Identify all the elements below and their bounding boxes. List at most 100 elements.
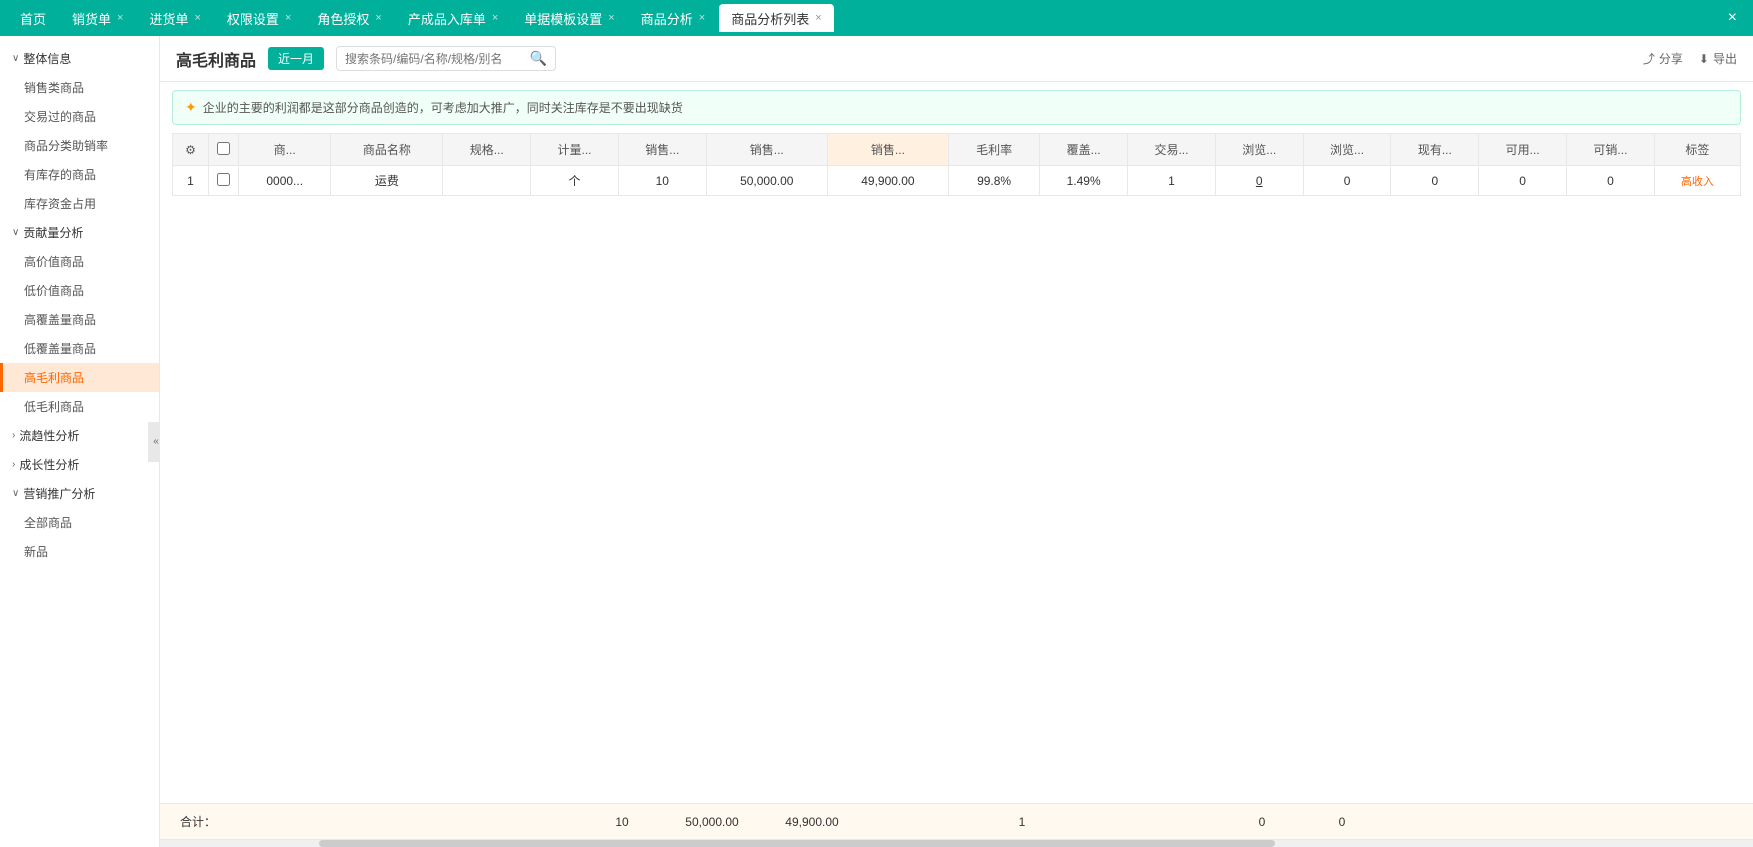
share-icon: ⤴ xyxy=(1643,50,1655,67)
col-unit[interactable]: 计量... xyxy=(531,134,619,166)
col-tag[interactable]: 标签 xyxy=(1654,134,1740,166)
col-gross-margin[interactable]: 毛利率 xyxy=(948,134,1039,166)
sidebar-section-growth[interactable]: › 成长性分析 xyxy=(0,450,159,479)
top-nav: 首页 销货单 × 进货单 × 权限设置 × 角色授权 × 产成品入库单 × 单据… xyxy=(0,0,1753,36)
col-coverage[interactable]: 覆盖... xyxy=(1040,134,1128,166)
col-checkbox[interactable] xyxy=(209,134,239,166)
sidebar-item-all-products[interactable]: 全部商品 xyxy=(0,508,159,537)
col-browse1[interactable]: 浏览... xyxy=(1215,134,1303,166)
share-button[interactable]: ⤴ 分享 xyxy=(1643,50,1683,67)
row-sales-amount: 50,000.00 xyxy=(706,166,827,196)
row-sales-profit: 49,900.00 xyxy=(827,166,948,196)
close-icon[interactable]: × xyxy=(117,12,123,24)
row-coverage: 1.49% xyxy=(1040,166,1128,196)
search-box: 🔍 xyxy=(336,46,556,71)
row-tag: 高收入 xyxy=(1654,166,1740,196)
close-icon[interactable]: × xyxy=(375,12,381,24)
nav-tab-sales[interactable]: 销货单 × xyxy=(60,4,135,32)
row-spec xyxy=(443,166,531,196)
footer-label: 合计： xyxy=(172,813,252,830)
nav-tab-purchase[interactable]: 进货单 × xyxy=(137,4,212,32)
col-sales-profit[interactable]: 销售... xyxy=(827,134,948,166)
footer-trade: 1 xyxy=(982,815,1062,829)
nav-tab-product-analysis[interactable]: 商品分析 × xyxy=(629,4,717,32)
col-sales-amount[interactable]: 销售... xyxy=(706,134,827,166)
sidebar-item-high-value[interactable]: 高价值商品 xyxy=(0,247,159,276)
sidebar-section-overall[interactable]: ∨ 整体信息 xyxy=(0,44,159,73)
nav-tab-roles[interactable]: 角色授权 × xyxy=(305,4,393,32)
footer-sales-qty: 10 xyxy=(582,815,662,829)
sidebar-item-stocked-products[interactable]: 有库存的商品 xyxy=(0,160,159,189)
sidebar-section-trend[interactable]: › 流趋性分析 xyxy=(0,421,159,450)
row-browse1[interactable]: 0 xyxy=(1215,166,1303,196)
sidebar-item-traded-products[interactable]: 交易过的商品 xyxy=(0,102,159,131)
sidebar: ∨ 整体信息 销售类商品 交易过的商品 商品分类助销率 有库存的商品 库存资金占… xyxy=(0,36,160,847)
bottom-scrollbar[interactable] xyxy=(160,839,1753,847)
sidebar-section-contribution[interactable]: ∨ 贡献量分析 xyxy=(0,218,159,247)
nav-tab-permissions[interactable]: 权限设置 × xyxy=(215,4,303,32)
page-title: 高毛利商品 xyxy=(176,47,256,71)
close-all-tabs-button[interactable]: × xyxy=(1720,5,1745,31)
sidebar-item-low-coverage[interactable]: 低覆盖量商品 xyxy=(0,334,159,363)
row-name: 运费 xyxy=(331,166,443,196)
export-icon: ⬇ xyxy=(1699,52,1709,66)
col-current-stock[interactable]: 现有... xyxy=(1391,134,1479,166)
col-trade[interactable]: 交易... xyxy=(1128,134,1216,166)
chevron-down-icon: ∨ xyxy=(12,488,19,499)
row-code: 0000... xyxy=(239,166,331,196)
sidebar-item-new-products[interactable]: 新品 xyxy=(0,537,159,566)
search-icon[interactable]: 🔍 xyxy=(530,50,547,67)
header-actions: ⤴ 分享 ⬇ 导出 xyxy=(1643,50,1737,67)
row-select-checkbox[interactable] xyxy=(217,173,230,186)
sidebar-item-low-margin[interactable]: 低毛利商品 xyxy=(0,392,159,421)
col-browse2[interactable]: 浏览... xyxy=(1303,134,1391,166)
table-wrapper: ⚙ 商... 商品名称 规格... 计量... 销售... 销售... 销售..… xyxy=(160,133,1753,803)
nav-tab-home[interactable]: 首页 xyxy=(8,4,58,32)
nav-tab-finished-goods[interactable]: 产成品入库单 × xyxy=(396,4,510,32)
chevron-right-icon: › xyxy=(12,459,15,470)
sidebar-item-sales-products[interactable]: 销售类商品 xyxy=(0,73,159,102)
sidebar-item-high-margin[interactable]: 高毛利商品 xyxy=(0,363,159,392)
search-input[interactable] xyxy=(345,52,524,66)
close-icon[interactable]: × xyxy=(699,12,705,24)
sidebar-collapse-button[interactable]: « xyxy=(148,422,160,462)
sidebar-item-high-coverage[interactable]: 高覆盖量商品 xyxy=(0,305,159,334)
col-available-stock[interactable]: 可用... xyxy=(1479,134,1567,166)
sidebar-section-marketing[interactable]: ∨ 营销推广分析 xyxy=(0,479,159,508)
row-index: 1 xyxy=(173,166,209,196)
row-available-stock: 0 xyxy=(1479,166,1567,196)
nav-tab-template[interactable]: 单据模板设置 × xyxy=(512,4,626,32)
row-unit: 个 xyxy=(531,166,619,196)
chevron-down-icon: ∨ xyxy=(12,53,19,64)
col-sellable-stock[interactable]: 可销... xyxy=(1567,134,1655,166)
close-icon[interactable]: × xyxy=(285,12,291,24)
col-code[interactable]: 商... xyxy=(239,134,331,166)
data-table: ⚙ 商... 商品名称 规格... 计量... 销售... 销售... 销售..… xyxy=(172,133,1741,196)
col-sales-qty[interactable]: 销售... xyxy=(618,134,706,166)
sidebar-item-category-rate[interactable]: 商品分类助销率 xyxy=(0,131,159,160)
sidebar-item-stock-capital[interactable]: 库存资金占用 xyxy=(0,189,159,218)
row-checkbox[interactable] xyxy=(209,166,239,196)
select-all-checkbox[interactable] xyxy=(217,142,230,155)
close-icon[interactable]: × xyxy=(815,12,821,24)
content-header: 高毛利商品 近一月 🔍 ⤴ 分享 ⬇ 导出 xyxy=(160,36,1753,82)
col-spec[interactable]: 规格... xyxy=(443,134,531,166)
sidebar-item-low-value[interactable]: 低价值商品 xyxy=(0,276,159,305)
close-icon[interactable]: × xyxy=(194,12,200,24)
table-header-row: ⚙ 商... 商品名称 规格... 计量... 销售... 销售... 销售..… xyxy=(173,134,1741,166)
chevron-down-icon: ∨ xyxy=(12,227,19,238)
nav-tab-product-analysis-list[interactable]: 商品分析列表 × xyxy=(719,4,833,32)
tip-icon: ✦ xyxy=(185,99,197,116)
scrollbar-thumb[interactable] xyxy=(319,840,1275,847)
close-icon[interactable]: × xyxy=(492,12,498,24)
col-settings[interactable]: ⚙ xyxy=(173,134,209,166)
time-filter-button[interactable]: 近一月 xyxy=(268,47,324,70)
footer-sales-profit: 49,900.00 xyxy=(762,815,862,829)
export-button[interactable]: ⬇ 导出 xyxy=(1699,50,1737,67)
row-current-stock: 0 xyxy=(1391,166,1479,196)
close-icon[interactable]: × xyxy=(608,12,614,24)
col-name[interactable]: 商品名称 xyxy=(331,134,443,166)
row-trade: 1 xyxy=(1128,166,1216,196)
row-browse2: 0 xyxy=(1303,166,1391,196)
row-sellable-stock: 0 xyxy=(1567,166,1655,196)
